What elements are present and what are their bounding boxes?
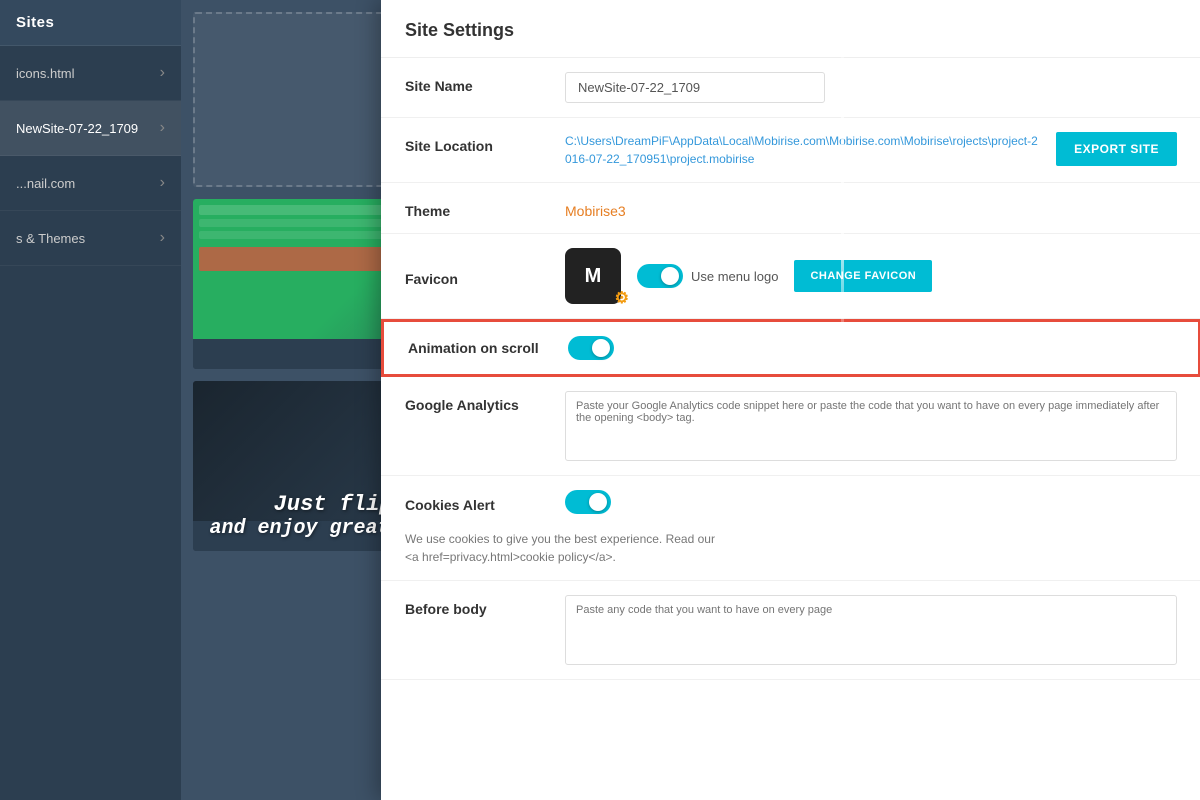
sidebar-item-label-newsite: NewSite-07-22_1709 xyxy=(16,121,138,136)
use-menu-logo-label: Use menu logo xyxy=(691,269,778,284)
animation-on-scroll-toggle[interactable] xyxy=(568,336,614,360)
site-name-input[interactable] xyxy=(565,72,825,103)
animation-on-scroll-label: Animation on scroll xyxy=(408,340,568,356)
chevron-right-icon: › xyxy=(160,174,165,192)
cookies-alert-label: Cookies Alert xyxy=(405,491,565,513)
use-menu-logo-toggle[interactable] xyxy=(637,264,683,288)
site-location-value: C:\Users\DreamPiF\AppData\Local\Mobirise… xyxy=(565,132,1040,168)
before-body-label: Before body xyxy=(405,595,565,617)
site-location-label: Site Location xyxy=(405,132,565,154)
main-content: + Create New Site or Import Mobirise Sit… xyxy=(181,0,1200,800)
sidebar-item-label-icons: icons.html xyxy=(16,66,75,81)
favicon-area: M ⚙ Use menu logo CHANGE FAVICON xyxy=(565,248,932,304)
favicon-icon: M ⚙ xyxy=(565,248,621,304)
settings-title: Site Settings xyxy=(381,0,1200,58)
sidebar-item-icons[interactable]: icons.html › xyxy=(0,46,181,101)
google-analytics-row: Google Analytics xyxy=(381,377,1200,476)
cookies-alert-header: Cookies Alert xyxy=(405,490,1177,514)
sidebar-item-mail[interactable]: ...nail.com › xyxy=(0,156,181,211)
chevron-right-icon: › xyxy=(160,64,165,82)
before-body-row: Before body xyxy=(381,581,1200,680)
theme-label: Theme xyxy=(405,197,565,219)
animation-on-scroll-row: Animation on scroll xyxy=(381,319,1200,377)
sidebar-item-label-mail: ...nail.com xyxy=(16,176,75,191)
export-site-button[interactable]: EXPORT SITE xyxy=(1056,132,1177,166)
change-favicon-button[interactable]: CHANGE FAVICON xyxy=(794,260,932,292)
favicon-gear-icon: ⚙ xyxy=(615,288,629,308)
sidebar: Sites icons.html › NewSite-07-22_1709 › … xyxy=(0,0,181,800)
use-logo-row: Use menu logo xyxy=(637,264,778,288)
sidebar-item-label-themes: s & Themes xyxy=(16,231,85,246)
sidebar-item-newsite[interactable]: NewSite-07-22_1709 › xyxy=(0,101,181,156)
site-location-row: Site Location C:\Users\DreamPiF\AppData\… xyxy=(381,118,1200,183)
cookies-text: We use cookies to give you the best expe… xyxy=(405,530,715,566)
sidebar-item-themes[interactable]: s & Themes › xyxy=(0,211,181,266)
favicon-label: Favicon xyxy=(405,265,565,287)
sites-header: Sites xyxy=(0,0,181,46)
settings-panel: Site Settings Site Name Site Location C:… xyxy=(381,0,1200,800)
favicon-row: Favicon M ⚙ Use menu logo CHANGE FAVICON xyxy=(381,234,1200,319)
cookies-alert-row: Cookies Alert We use cookies to give you… xyxy=(381,476,1200,581)
chevron-right-icon: › xyxy=(160,229,165,247)
theme-row: Theme Mobirise3 xyxy=(381,183,1200,234)
google-analytics-label: Google Analytics xyxy=(405,391,565,413)
site-name-value xyxy=(565,72,1177,103)
vertical-divider xyxy=(841,0,844,370)
google-analytics-input[interactable] xyxy=(565,391,1177,461)
site-name-label: Site Name xyxy=(405,72,565,94)
theme-value: Mobirise3 xyxy=(565,197,626,219)
site-location-path: C:\Users\DreamPiF\AppData\Local\Mobirise… xyxy=(565,132,1040,168)
cookies-alert-toggle[interactable] xyxy=(565,490,611,514)
favicon-letter: M xyxy=(585,265,602,288)
before-body-input[interactable] xyxy=(565,595,1177,665)
chevron-right-icon: › xyxy=(160,119,165,137)
site-name-row: Site Name xyxy=(381,58,1200,118)
